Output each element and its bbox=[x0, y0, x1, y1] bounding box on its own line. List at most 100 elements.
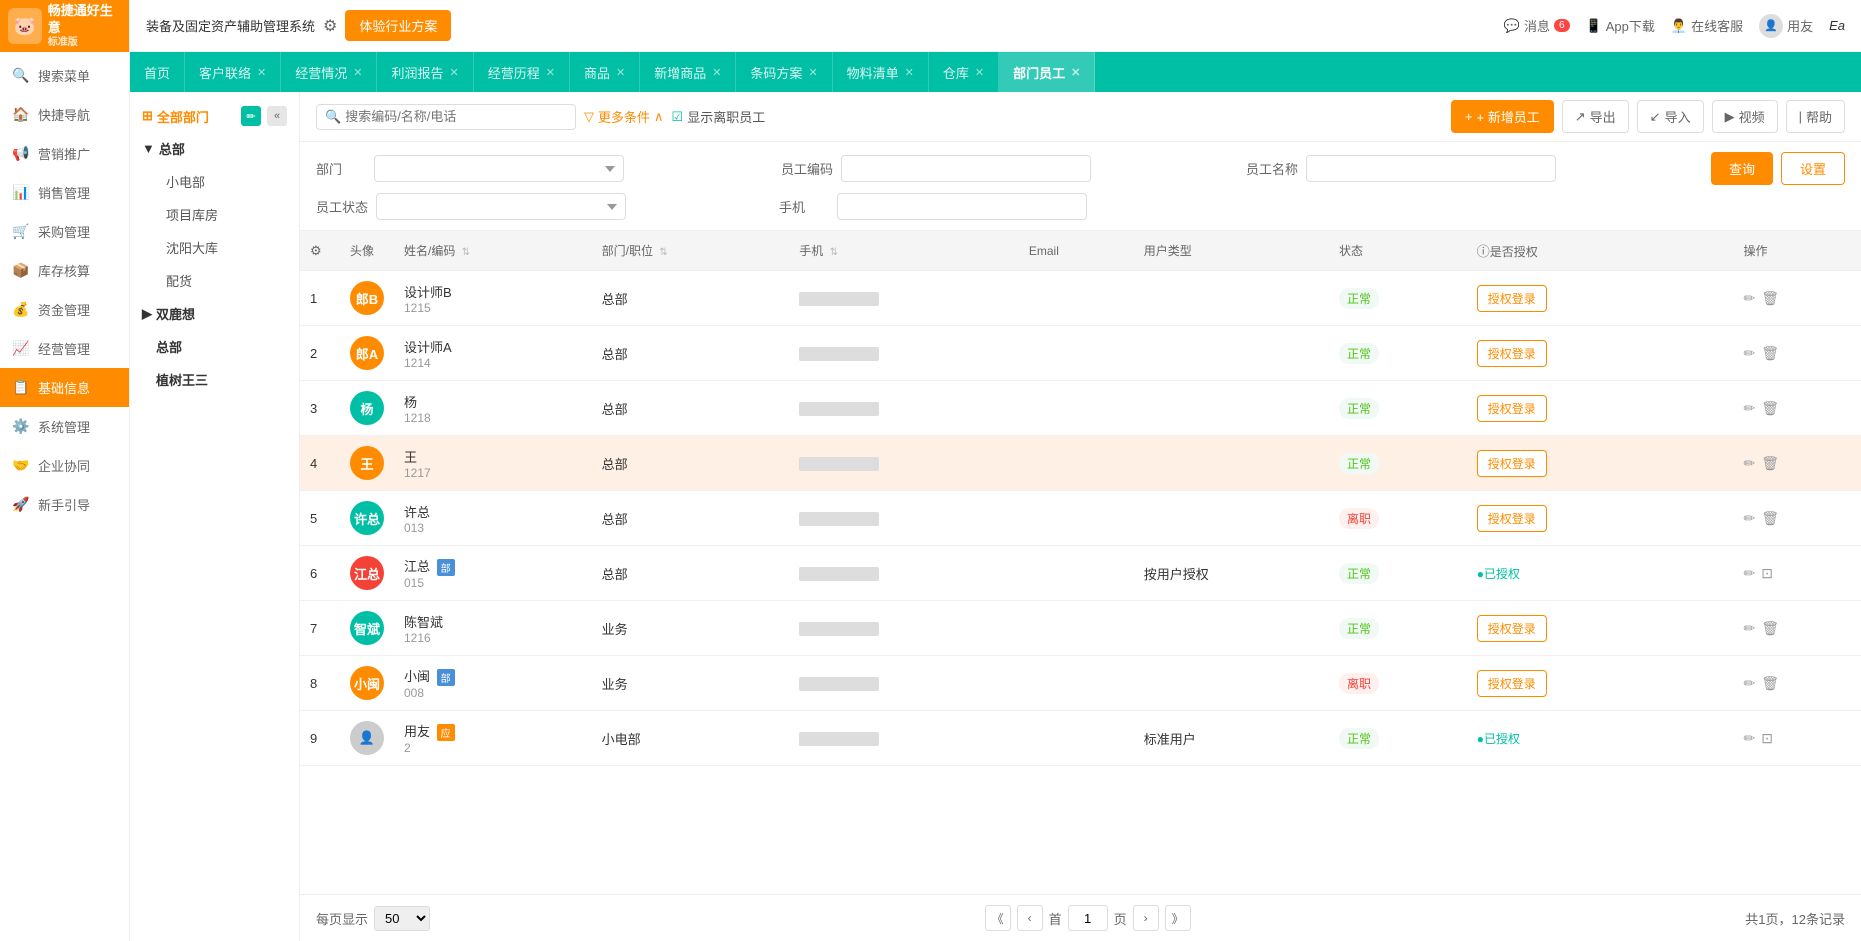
tab-history[interactable]: 经营历程 ✕ bbox=[474, 52, 570, 92]
auth-button[interactable]: 授权登录 bbox=[1477, 615, 1547, 642]
edit-icon[interactable]: ✏ bbox=[1743, 620, 1755, 637]
filter-dept-select[interactable] bbox=[374, 155, 624, 182]
filter-status-select[interactable] bbox=[376, 193, 626, 220]
sidebar-item-guide[interactable]: 🚀 新手引导 bbox=[0, 485, 129, 524]
tab-close-goods[interactable]: ✕ bbox=[616, 66, 625, 79]
per-page-select[interactable]: 50 100 200 bbox=[374, 906, 430, 931]
tab-close-operations[interactable]: ✕ bbox=[353, 66, 362, 79]
user-menu-btn[interactable]: 👤 用友 bbox=[1759, 14, 1813, 38]
tree-item-small-elec[interactable]: 小电部 bbox=[146, 165, 299, 198]
tree-item-distribution[interactable]: 配货 bbox=[146, 264, 299, 297]
filter-settings-button[interactable]: 设置 bbox=[1781, 152, 1845, 185]
edit-icon[interactable]: ✏ bbox=[1743, 675, 1755, 692]
sidebar-item-sales[interactable]: 📊 销售管理 bbox=[0, 173, 129, 212]
tab-operations[interactable]: 经营情况 ✕ bbox=[281, 52, 377, 92]
table-settings-icon[interactable]: ⚙ bbox=[310, 243, 322, 258]
auth-button[interactable]: 授权登录 bbox=[1477, 395, 1547, 422]
tree-item-project-room[interactable]: 项目库房 bbox=[146, 198, 299, 231]
sidebar-item-system[interactable]: ⚙️ 系统管理 bbox=[0, 407, 129, 446]
edit-icon[interactable]: ✏ bbox=[1743, 455, 1755, 472]
sidebar-item-operations[interactable]: 📈 经营管理 bbox=[0, 329, 129, 368]
prev-page-button[interactable]: ‹ bbox=[1017, 905, 1043, 931]
sidebar-item-nav[interactable]: 🏠 快捷导航 bbox=[0, 95, 129, 134]
tab-home[interactable]: 首页 bbox=[130, 52, 185, 92]
tab-profit[interactable]: 利润报告 ✕ bbox=[377, 52, 473, 92]
settings-button[interactable]: ⚙ bbox=[323, 16, 337, 36]
tree-group-shuanglu[interactable]: ▶ 双鹿想 bbox=[130, 297, 299, 330]
edit-icon[interactable]: ✏ bbox=[1743, 290, 1755, 307]
video-icon: ▶ bbox=[1725, 109, 1735, 125]
tab-close-add-goods[interactable]: ✕ bbox=[712, 66, 721, 79]
tab-close-employees[interactable]: ✕ bbox=[1071, 66, 1080, 79]
search-input[interactable] bbox=[345, 109, 567, 124]
last-page-button[interactable]: 》 bbox=[1165, 905, 1191, 931]
tree-edit-btn[interactable]: ✏ bbox=[241, 106, 261, 126]
help-button[interactable]: | 帮助 bbox=[1786, 100, 1845, 133]
auth-button[interactable]: 授权登录 bbox=[1477, 340, 1547, 367]
tree-group-hq[interactable]: ▶ 总部 bbox=[130, 330, 299, 363]
tab-close-bom[interactable]: ✕ bbox=[905, 66, 914, 79]
online-service-btn[interactable]: 👨‍💼 在线客服 bbox=[1671, 16, 1743, 35]
sidebar-item-search[interactable]: 🔍 搜索菜单 bbox=[0, 56, 129, 95]
delete-icon[interactable]: 🗑 bbox=[1761, 675, 1779, 692]
sidebar-item-marketing[interactable]: 📢 营销推广 bbox=[0, 134, 129, 173]
sidebar-item-basic-info[interactable]: 📋 基础信息 bbox=[0, 368, 129, 407]
row-email bbox=[1019, 381, 1134, 436]
tab-close-barcode[interactable]: ✕ bbox=[808, 66, 817, 79]
delete-icon[interactable]: 🗑 bbox=[1761, 455, 1779, 472]
sidebar-item-purchase[interactable]: 🛒 采购管理 bbox=[0, 212, 129, 251]
message-btn[interactable]: 💬 消息 6 bbox=[1504, 16, 1570, 35]
tab-close-warehouse[interactable]: ✕ bbox=[975, 66, 984, 79]
auth-button[interactable]: 授权登录 bbox=[1477, 285, 1547, 312]
tree-group-zhishu[interactable]: ▶ 植树王三 bbox=[130, 363, 299, 396]
delete-icon[interactable]: 🗑 bbox=[1761, 345, 1779, 362]
delete-icon[interactable]: 🗑 bbox=[1761, 510, 1779, 527]
copy-icon[interactable]: ⊡ bbox=[1761, 565, 1773, 582]
filter-phone-input[interactable] bbox=[837, 193, 1087, 220]
next-page-button[interactable]: › bbox=[1133, 905, 1159, 931]
tab-close-customer[interactable]: ✕ bbox=[257, 66, 266, 79]
tab-customer[interactable]: 客户联络 ✕ bbox=[185, 52, 281, 92]
auth-button[interactable]: 授权登录 bbox=[1477, 450, 1547, 477]
delete-icon[interactable]: 🗑 bbox=[1761, 620, 1779, 637]
app-download-btn[interactable]: 📱 App下载 bbox=[1586, 16, 1655, 35]
tab-close-history[interactable]: ✕ bbox=[546, 66, 555, 79]
tab-barcode[interactable]: 条码方案 ✕ bbox=[736, 52, 832, 92]
delete-icon[interactable]: 🗑 bbox=[1761, 400, 1779, 417]
tab-bom[interactable]: 物料清单 ✕ bbox=[833, 52, 929, 92]
tab-close-profit[interactable]: ✕ bbox=[450, 66, 459, 79]
sidebar-item-collab[interactable]: 🤝 企业协同 bbox=[0, 446, 129, 485]
row-auth: ●已授权 bbox=[1467, 546, 1674, 601]
tab-warehouse[interactable]: 仓库 ✕ bbox=[929, 52, 999, 92]
edit-icon[interactable]: ✏ bbox=[1743, 565, 1755, 582]
tab-employees[interactable]: 部门员工 ✕ bbox=[999, 52, 1095, 92]
filter-name-input[interactable] bbox=[1306, 155, 1556, 182]
show-disabled-checkbox[interactable]: ☑ 显示离职员工 bbox=[672, 107, 766, 126]
auth-button[interactable]: 授权登录 bbox=[1477, 505, 1547, 532]
edit-icon[interactable]: ✏ bbox=[1743, 510, 1755, 527]
copy-icon[interactable]: ⊡ bbox=[1761, 730, 1773, 747]
delete-icon[interactable]: 🗑 bbox=[1761, 290, 1779, 307]
first-page-button[interactable]: 《 bbox=[985, 905, 1011, 931]
video-button[interactable]: ▶ 视频 bbox=[1712, 100, 1778, 133]
tab-goods[interactable]: 商品 ✕ bbox=[570, 52, 640, 92]
auth-button[interactable]: 授权登录 bbox=[1477, 670, 1547, 697]
edit-icon[interactable]: ✏ bbox=[1743, 730, 1755, 747]
row-dept: 业务 bbox=[592, 601, 790, 656]
sidebar-item-finance[interactable]: 💰 资金管理 bbox=[0, 290, 129, 329]
filter-code-input[interactable] bbox=[841, 155, 1091, 182]
tree-collapse-btn[interactable]: « bbox=[267, 106, 287, 126]
sidebar-item-inventory[interactable]: 📦 库存核算 bbox=[0, 251, 129, 290]
page-number-input[interactable] bbox=[1068, 905, 1108, 931]
import-button[interactable]: ↙ 导入 bbox=[1637, 100, 1704, 133]
add-employee-button[interactable]: + + 新增员工 bbox=[1451, 100, 1554, 133]
edit-icon[interactable]: ✏ bbox=[1743, 345, 1755, 362]
filter-more-btn[interactable]: ▽ 更多条件 ∧ bbox=[584, 107, 664, 126]
trial-button[interactable]: 体验行业方案 bbox=[345, 10, 451, 41]
edit-icon[interactable]: ✏ bbox=[1743, 400, 1755, 417]
tree-group-general[interactable]: ▼ 总部 bbox=[130, 132, 299, 165]
search-button[interactable]: 查询 bbox=[1711, 152, 1773, 185]
tab-add-goods[interactable]: 新增商品 ✕ bbox=[640, 52, 736, 92]
tree-item-shenyang[interactable]: 沈阳大库 bbox=[146, 231, 299, 264]
export-button[interactable]: ↗ 导出 bbox=[1562, 100, 1629, 133]
